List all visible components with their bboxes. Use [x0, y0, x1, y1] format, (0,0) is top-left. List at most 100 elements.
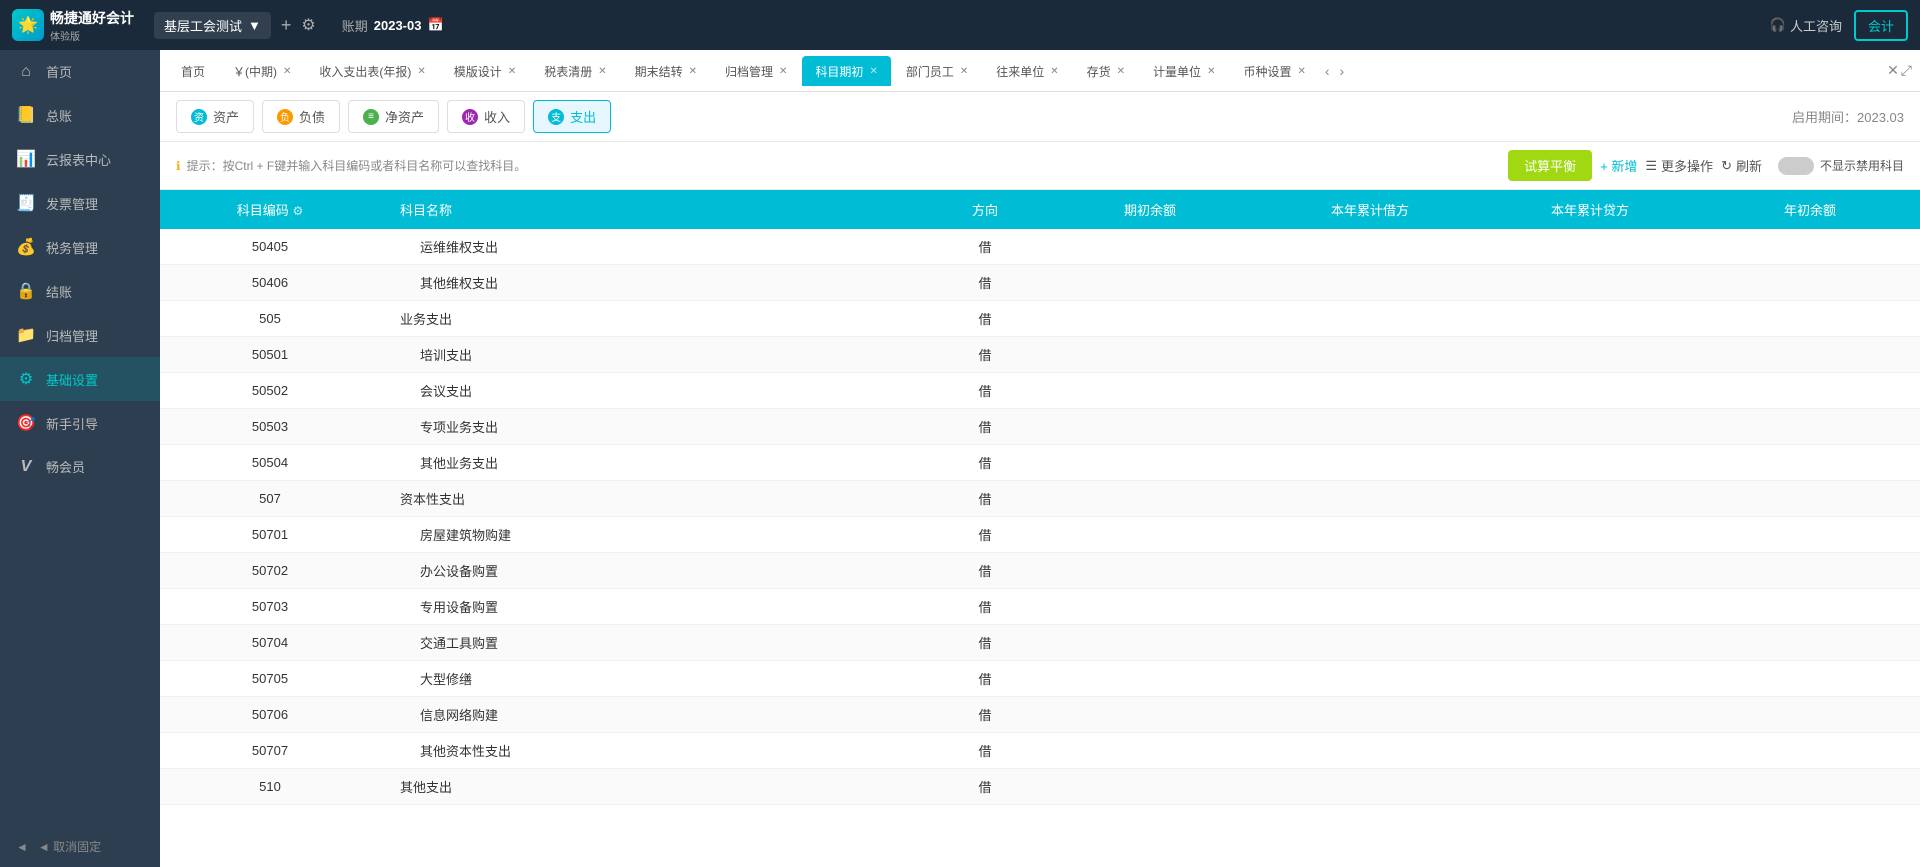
- sidebar-item-ledger[interactable]: 📒 总账: [0, 93, 160, 137]
- tab-subject-init[interactable]: 科目期初 ✕: [802, 56, 890, 86]
- tab-partner[interactable]: 往来单位 ✕: [983, 56, 1071, 86]
- tab-dept-staff[interactable]: 部门员工 ✕: [893, 56, 981, 86]
- table-row[interactable]: 510 其他支出 借: [160, 769, 1920, 805]
- table-row[interactable]: 50707 其他资本性支出 借: [160, 733, 1920, 769]
- sidebar-label-settings: 基础设置: [46, 370, 98, 389]
- sidebar-item-reports[interactable]: 📊 云报表中心: [0, 137, 160, 181]
- type-tab-liability[interactable]: 负 负债: [262, 100, 340, 133]
- tab-period-end-close[interactable]: ✕: [689, 66, 697, 77]
- col-settings-icon[interactable]: ⚙: [292, 204, 303, 218]
- more-label: 更多操作: [1661, 156, 1713, 175]
- calendar-icon[interactable]: 📅: [427, 17, 443, 33]
- cell-opening: [1040, 229, 1260, 265]
- table-row[interactable]: 50504 其他业务支出 借: [160, 445, 1920, 481]
- table-row[interactable]: 50706 信息网络购建 借: [160, 697, 1920, 733]
- tab-archive[interactable]: 归档管理 ✕: [712, 56, 800, 86]
- sidebar-label-closing: 结账: [46, 282, 72, 301]
- table-row[interactable]: 50704 交通工具购置 借: [160, 625, 1920, 661]
- col-ytd-credit: 本年累计贷方: [1480, 190, 1700, 229]
- tab-close-all-btn[interactable]: ✕: [1887, 62, 1899, 79]
- tab-unit[interactable]: 计量单位 ✕: [1140, 56, 1228, 86]
- dropdown-icon: ▼: [248, 18, 261, 33]
- table-row[interactable]: 50705 大型修缮 借: [160, 661, 1920, 697]
- table-row[interactable]: 50701 房屋建筑物购建 借: [160, 517, 1920, 553]
- tab-nav-next[interactable]: ›: [1336, 59, 1349, 83]
- cell-name: 交通工具购置: [380, 625, 930, 661]
- table-row[interactable]: 50406 其他维权支出 借: [160, 265, 1920, 301]
- more-actions-button[interactable]: ☰ 更多操作: [1645, 156, 1713, 175]
- sidebar-item-settings[interactable]: ⚙ 基础设置: [0, 357, 160, 401]
- customer-service-label: 人工咨询: [1790, 16, 1842, 35]
- table-row[interactable]: 50702 办公设备购置 借: [160, 553, 1920, 589]
- tab-template-close[interactable]: ✕: [508, 66, 516, 77]
- actions-row: ℹ 提示：按Ctrl + F键并输入科目编码或者科目名称可以查找科目。 试算平衡…: [160, 142, 1920, 189]
- sidebar-item-home[interactable]: ⌂ 首页: [0, 50, 160, 93]
- tab-income-annual[interactable]: 收入支出表(年报) ✕: [306, 56, 438, 86]
- sidebar-item-invoice[interactable]: 🧾 发票管理: [0, 181, 160, 225]
- cell-direction: 借: [930, 517, 1040, 553]
- tab-dept-staff-close[interactable]: ✕: [960, 66, 968, 77]
- tab-template[interactable]: 模版设计 ✕: [441, 56, 529, 86]
- sidebar-item-tax[interactable]: 💰 税务管理: [0, 225, 160, 269]
- tab-unit-close[interactable]: ✕: [1207, 66, 1215, 77]
- tab-nav-prev[interactable]: ‹: [1321, 59, 1334, 83]
- tab-interim-close[interactable]: ✕: [283, 66, 291, 77]
- sidebar-item-closing[interactable]: 🔒 结账: [0, 269, 160, 313]
- type-tab-income[interactable]: 收 收入: [447, 100, 525, 133]
- table-row[interactable]: 50502 会议支出 借: [160, 373, 1920, 409]
- period-info: 账期 2023-03 📅: [342, 16, 444, 35]
- add-button[interactable]: + 新增: [1600, 156, 1637, 175]
- account-button[interactable]: 会计: [1854, 10, 1908, 41]
- sidebar-label-archive: 归档管理: [46, 326, 98, 345]
- cell-ytd-credit: [1480, 409, 1700, 445]
- table-row[interactable]: 507 资本性支出 借: [160, 481, 1920, 517]
- tab-archive-close[interactable]: ✕: [779, 66, 787, 77]
- refresh-button[interactable]: ↻ 刷新: [1721, 156, 1762, 175]
- cell-opening: [1040, 409, 1260, 445]
- settings-icon[interactable]: ⚙: [301, 15, 315, 35]
- sidebar-item-guide[interactable]: 🎯 新手引导: [0, 401, 160, 445]
- tab-tax-clear[interactable]: 税表清册 ✕: [531, 56, 619, 86]
- tab-currency-close[interactable]: ✕: [1297, 66, 1305, 77]
- sidebar-label-home: 首页: [46, 62, 72, 81]
- disable-toggle[interactable]: [1778, 157, 1814, 175]
- tab-partner-close[interactable]: ✕: [1050, 66, 1058, 77]
- tab-bar: 首页 ￥(中期) ✕ 收入支出表(年报) ✕ 模版设计 ✕ 税表清册 ✕: [160, 50, 1920, 92]
- tab-inventory[interactable]: 存货 ✕: [1074, 56, 1138, 86]
- type-tab-expense[interactable]: 支 支出: [533, 100, 611, 133]
- balance-button[interactable]: 试算平衡: [1508, 150, 1592, 181]
- table-row[interactable]: 50501 培训支出 借: [160, 337, 1920, 373]
- add-tab-btn[interactable]: +: [281, 15, 292, 36]
- sidebar-item-archive[interactable]: 📁 归档管理: [0, 313, 160, 357]
- toggle-label: 不显示禁用科目: [1820, 157, 1904, 174]
- type-tab-equity[interactable]: ≡ 净资产: [348, 100, 439, 133]
- col-code: 科目编码 ⚙: [160, 190, 380, 229]
- tab-subject-init-close[interactable]: ✕: [869, 66, 877, 77]
- tab-period-end[interactable]: 期末结转 ✕: [622, 56, 710, 86]
- table-row[interactable]: 505 业务支出 借: [160, 301, 1920, 337]
- table-row[interactable]: 50405 运维维权支出 借: [160, 229, 1920, 265]
- sidebar-item-member[interactable]: V 畅会员: [0, 445, 160, 488]
- tab-home[interactable]: 首页: [168, 56, 218, 86]
- table-row[interactable]: 50703 专用设备购置 借: [160, 589, 1920, 625]
- tab-income-annual-label: 收入支出表(年报): [319, 63, 411, 80]
- tab-currency[interactable]: 币种设置 ✕: [1230, 56, 1318, 86]
- period-display: 启用期间：2023.03: [1792, 107, 1904, 126]
- table-container[interactable]: 科目编码 ⚙ 科目名称 方向 期初余额 本年累计借方 本年累计贷方 年初余额: [160, 190, 1920, 867]
- more-icon: ☰: [1645, 158, 1657, 174]
- tab-inventory-close[interactable]: ✕: [1117, 66, 1125, 77]
- cell-opening: [1040, 553, 1260, 589]
- tab-income-annual-close[interactable]: ✕: [417, 66, 425, 77]
- tab-maximize-btn[interactable]: ⤢: [1901, 62, 1912, 79]
- customer-service-btn[interactable]: 🎧 人工咨询: [1770, 16, 1842, 35]
- tab-tax-clear-close[interactable]: ✕: [598, 66, 606, 77]
- sidebar-collapse-btn[interactable]: ◄ ◄ 取消固定: [0, 826, 160, 867]
- type-tab-asset[interactable]: 资 资产: [176, 100, 254, 133]
- table-row[interactable]: 50503 专项业务支出 借: [160, 409, 1920, 445]
- cell-direction: 借: [930, 589, 1040, 625]
- tab-interim[interactable]: ￥(中期) ✕: [220, 56, 304, 86]
- cell-ytd-credit: [1480, 481, 1700, 517]
- col-direction: 方向: [930, 190, 1040, 229]
- tab-currency-label: 币种设置: [1243, 63, 1291, 80]
- company-selector[interactable]: 基层工会测试 ▼: [154, 12, 271, 39]
